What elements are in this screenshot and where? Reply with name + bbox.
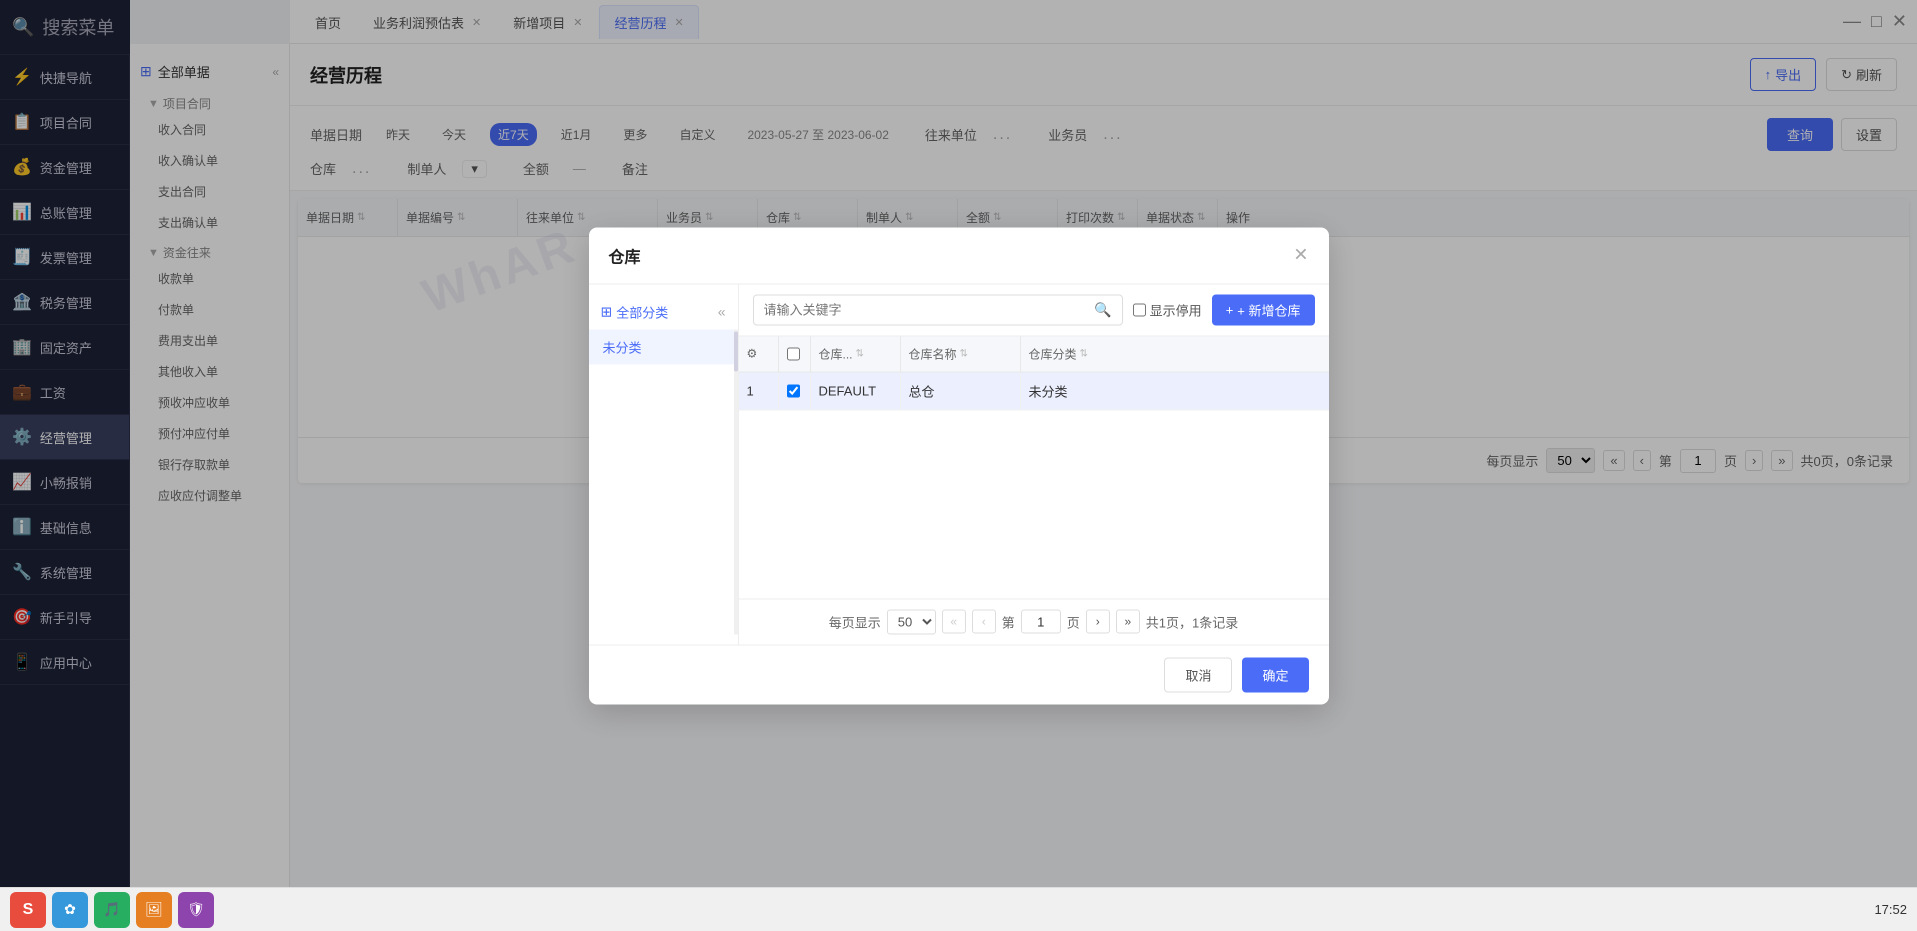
modal-sidebar-content: 未分类 (589, 329, 738, 634)
all-category-label: 全部分类 (616, 302, 668, 321)
per-page-label: 每页显示 (829, 612, 881, 631)
modal-sidebar-uncategorized[interactable]: 未分类 (589, 329, 738, 364)
warehouse-code-label: 仓库... (819, 345, 853, 362)
row-checkbox[interactable] (779, 372, 811, 409)
cancel-button[interactable]: 取消 (1164, 657, 1232, 692)
warehouse-name-label: 仓库名称 (909, 345, 957, 362)
col-warehouse-name[interactable]: 仓库名称 ⇅ (901, 336, 1021, 371)
modal-toolbar: 🔍 显示停用 + + 新增仓库 (739, 284, 1329, 336)
modal-close-button[interactable]: ✕ (1293, 245, 1308, 266)
modal-last-btn[interactable]: » (1116, 610, 1140, 634)
row-settings: 1 (739, 372, 779, 409)
taskbar-start[interactable]: S (10, 892, 46, 928)
modal-prev-btn[interactable]: ‹ (972, 610, 996, 634)
sidebar-scrollbar-track (734, 329, 738, 634)
sort-icon: ⇅ (856, 348, 864, 359)
modal-header: 仓库 ✕ (589, 227, 1329, 284)
modal-page-label: 页 (1067, 612, 1080, 631)
modal-table: ⚙ 仓库... ⇅ 仓库名称 ⇅ 仓库分类 ⇅ (739, 336, 1329, 598)
select-all-checkbox[interactable] (787, 347, 800, 360)
modal-body: ⊞ 全部分类 « 未分类 🔍 (589, 284, 1329, 644)
show-disabled-checkbox[interactable]: 显示停用 (1133, 300, 1202, 319)
modal-pagination: 每页显示 50 « ‹ 第 页 › » 共1页，1条记录 (739, 598, 1329, 644)
modal-footer: 取消 确定 (589, 644, 1329, 704)
plus-icon: + (1226, 302, 1234, 317)
taskbar-time: 17:52 (1874, 902, 1907, 917)
col-warehouse-category[interactable]: 仓库分类 ⇅ (1021, 336, 1141, 371)
taskbar-app1[interactable]: ✿ (52, 892, 88, 928)
modal-next-btn[interactable]: › (1086, 610, 1110, 634)
taskbar-app3[interactable]: 🖼 (136, 892, 172, 928)
show-disabled-input[interactable] (1133, 303, 1146, 316)
row-select-checkbox[interactable] (787, 384, 800, 397)
modal-page-pre: 第 (1002, 612, 1015, 631)
row-name: 总仓 (901, 372, 1021, 409)
show-disabled-label: 显示停用 (1150, 300, 1202, 319)
col-settings[interactable]: ⚙ (739, 336, 779, 371)
confirm-button[interactable]: 确定 (1242, 657, 1308, 692)
add-warehouse-button[interactable]: + + 新增仓库 (1212, 294, 1315, 325)
sort-icon: ⇅ (1080, 348, 1088, 359)
modal-all-category[interactable]: ⊞ 全部分类 « (589, 294, 738, 329)
grid-icon: ⊞ (601, 303, 613, 320)
col-checkbox-header[interactable] (779, 336, 811, 371)
modal-sidebar: ⊞ 全部分类 « 未分类 (589, 284, 739, 644)
col-warehouse-code[interactable]: 仓库... ⇅ (811, 336, 901, 371)
settings-icon: ⚙ (747, 347, 758, 361)
modal-per-page-select[interactable]: 50 (887, 609, 936, 634)
modal-title: 仓库 (609, 243, 641, 267)
modal-search-box[interactable]: 🔍 (753, 294, 1123, 325)
modal-table-header: ⚙ 仓库... ⇅ 仓库名称 ⇅ 仓库分类 ⇅ (739, 336, 1329, 372)
modal-search-input[interactable] (764, 302, 1089, 317)
taskbar: S ✿ 🎵 🖼 🛡 17:52 (0, 887, 1917, 931)
taskbar-app2[interactable]: 🎵 (94, 892, 130, 928)
table-row[interactable]: 1 DEFAULT 总仓 未分类 (739, 372, 1329, 410)
collapse-btn[interactable]: « (718, 304, 726, 320)
modal-search-icon: 🔍 (1094, 301, 1111, 318)
modal-first-btn[interactable]: « (942, 610, 966, 634)
sort-icon: ⇅ (960, 348, 968, 359)
warehouse-category-label: 仓库分类 (1029, 345, 1077, 362)
row-category: 未分类 (1021, 372, 1141, 409)
modal-total: 共1页，1条记录 (1146, 612, 1238, 631)
modal-page-input[interactable] (1021, 610, 1061, 634)
taskbar-app4[interactable]: 🛡 (178, 892, 214, 928)
row-code: DEFAULT (811, 372, 901, 409)
sidebar-scrollbar-thumb (734, 331, 738, 371)
warehouse-modal: 仓库 ✕ ⊞ 全部分类 « 未分类 (589, 227, 1329, 704)
modal-main: 🔍 显示停用 + + 新增仓库 ⚙ (739, 284, 1329, 644)
